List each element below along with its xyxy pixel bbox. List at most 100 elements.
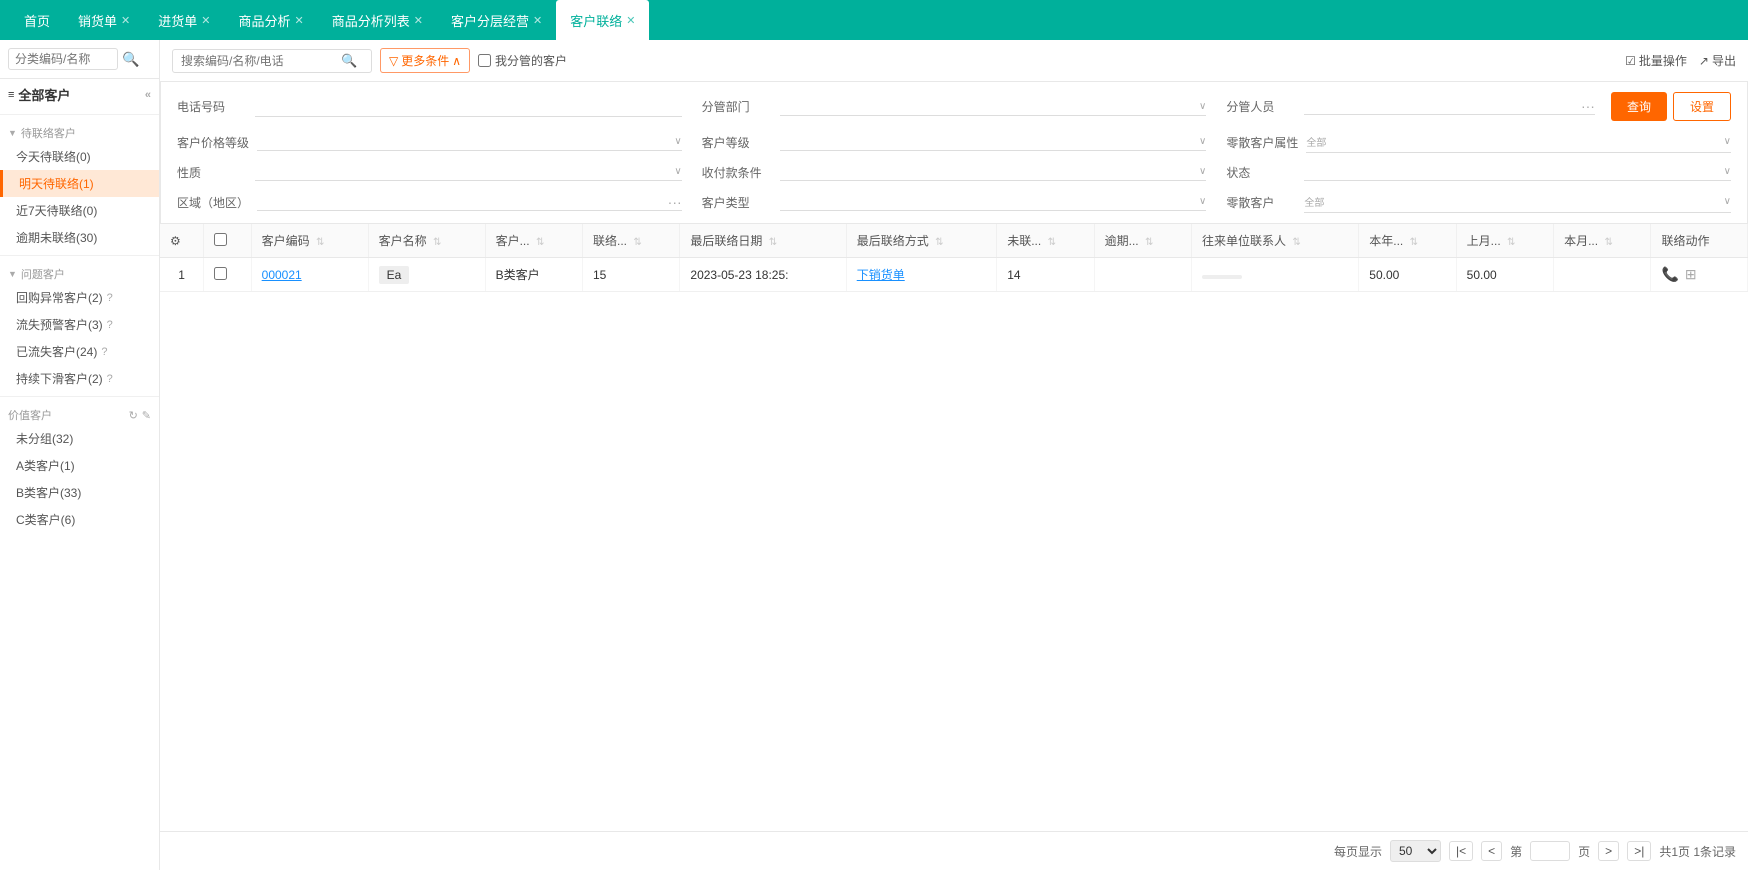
th-last-method[interactable]: 最后联络方式 ⇅ [846, 224, 996, 258]
row-last-method: 下销货单 [846, 258, 996, 292]
more-action-icon[interactable]: ⊞ [1685, 266, 1697, 283]
per-page-select[interactable]: 50 100 200 [1390, 840, 1441, 862]
th-name[interactable]: 客户名称 ⇅ [368, 224, 485, 258]
next-page-btn[interactable]: > [1598, 841, 1619, 861]
pagination: 每页显示 50 100 200 |< < 第 1 页 > >| 共1页 1条记录 [160, 831, 1748, 870]
checkbox-icon: ☑ [1625, 54, 1636, 68]
nav-product-analysis-close[interactable]: ✕ [295, 14, 304, 27]
th-this-year[interactable]: 本年... ⇅ [1359, 224, 1456, 258]
th-overdue[interactable]: 逾期... ⇅ [1094, 224, 1191, 258]
filter-manager-label: 分管人员 [1226, 98, 1296, 115]
nav-customer-contact-close[interactable]: ✕ [626, 14, 635, 27]
table-body: 1 000021 Ea B类客户 15 2023-05-23 18:25: [160, 258, 1748, 292]
th-last-month[interactable]: 上月... ⇅ [1456, 224, 1553, 258]
sidebar-item-churned[interactable]: 已流失客户(24) ? [0, 338, 159, 365]
filter-dept-select[interactable]: ∨ [780, 98, 1207, 116]
sort-icon-this-month: ⇅ [1604, 237, 1612, 248]
th-action: 联络动作 [1651, 224, 1748, 258]
filter-retail-customer-select[interactable]: 全部∨ [1304, 191, 1731, 213]
nav-customer-tier[interactable]: 客户分层经营 ✕ [437, 0, 556, 40]
filter-dept-label: 分管部门 [702, 98, 772, 115]
prev-page-btn[interactable]: < [1481, 841, 1502, 861]
my-customers-filter[interactable]: 我分管的客户 [478, 52, 567, 69]
sidebar-all-customers[interactable]: ≡ 全部客户 « [0, 79, 159, 110]
toolbar: 🔍 ▽ 更多条件 ∧ 我分管的客户 ☑ 批量操作 ↗ 导出 [160, 40, 1748, 82]
help-icon-4[interactable]: ? [107, 373, 113, 385]
sidebar-item-b-class[interactable]: B类客户(33) [0, 479, 159, 506]
th-code[interactable]: 客户编码 ⇅ [251, 224, 368, 258]
filter-customer-type-select[interactable]: ∨ [780, 193, 1207, 211]
nav-product-analysis[interactable]: 商品分析 ✕ [224, 0, 317, 40]
sidebar-item-ungrouped[interactable]: 未分组(32) [0, 425, 159, 452]
nav-customer-contact[interactable]: 客户联络 ✕ [556, 0, 649, 40]
filter-retail-attr-label: 零散客户属性 [1226, 134, 1298, 151]
sidebar-search-input[interactable] [8, 48, 118, 70]
filter-nature-select[interactable]: ∨ [255, 163, 682, 181]
nav-sales-close[interactable]: ✕ [121, 14, 130, 27]
page-input[interactable]: 1 [1530, 841, 1570, 861]
filter-customer-grade-select[interactable]: ∨ [780, 133, 1207, 151]
customer-code-link[interactable]: 000021 [262, 268, 302, 282]
th-unit-contact[interactable]: 往来单位联系人 ⇅ [1192, 224, 1359, 258]
settings-icon[interactable]: ⚙ [170, 234, 181, 248]
sidebar-item-overdue[interactable]: 逾期未联络(30) [0, 224, 159, 251]
filter-payment-select[interactable]: ∨ [780, 163, 1207, 181]
query-btn[interactable]: 查询 [1611, 92, 1667, 121]
th-contacts[interactable]: 联络... ⇅ [582, 224, 679, 258]
search-icon[interactable]: 🔍 [341, 53, 357, 69]
last-method-link[interactable]: 下销货单 [857, 268, 905, 282]
sidebar-group-pending: 待联络客户 [0, 119, 159, 143]
th-settings[interactable]: ⚙ [160, 224, 204, 258]
sidebar-item-churn-warning[interactable]: 流失预警客户(3) ? [0, 311, 159, 338]
filter-retail-attr-select[interactable]: 全部∨ [1306, 131, 1731, 153]
sidebar-item-tomorrow[interactable]: 明天待联络(1) [0, 170, 159, 197]
nav-sales[interactable]: 销货单 ✕ [64, 0, 144, 40]
toolbar-search-box: 🔍 [172, 49, 372, 73]
row-num: 1 [160, 258, 204, 292]
settings-btn[interactable]: 设置 [1673, 92, 1731, 121]
sidebar-item-7days[interactable]: 近7天待联络(0) [0, 197, 159, 224]
help-icon-2[interactable]: ? [107, 319, 113, 331]
select-all-checkbox[interactable] [214, 233, 227, 246]
export-btn[interactable]: ↗ 导出 [1699, 52, 1736, 69]
nav-product-analysis-list[interactable]: 商品分析列表 ✕ [318, 0, 437, 40]
sidebar-collapse-btn[interactable]: « [145, 89, 151, 101]
th-type[interactable]: 客户... ⇅ [485, 224, 582, 258]
th-checkbox[interactable] [204, 224, 251, 258]
search-input[interactable] [181, 54, 341, 68]
sidebar-item-abnormal[interactable]: 回购异常客户(2) ? [0, 284, 159, 311]
nav-purchase-close[interactable]: ✕ [201, 14, 210, 27]
nav-product-analysis-list-close[interactable]: ✕ [414, 14, 423, 27]
th-last-date[interactable]: 最后联络日期 ⇅ [680, 224, 846, 258]
sidebar-item-declining[interactable]: 持续下滑客户(2) ? [0, 365, 159, 392]
sidebar-item-a-class[interactable]: A类客户(1) [0, 452, 159, 479]
first-page-btn[interactable]: |< [1449, 841, 1473, 861]
th-this-month[interactable]: 本月... ⇅ [1554, 224, 1651, 258]
filter-phone-input[interactable] [255, 96, 682, 117]
more-filter-btn[interactable]: ▽ 更多条件 ∧ [380, 48, 470, 73]
sidebar-item-c-class[interactable]: C类客户(6) [0, 506, 159, 533]
th-not-contacted[interactable]: 未联... ⇅ [997, 224, 1094, 258]
main-layout: 🔍 ≡ 全部客户 « 待联络客户 今天待联络(0) 明天待联络(1) 近7天待联… [0, 40, 1748, 870]
nav-purchase[interactable]: 进货单 ✕ [144, 0, 224, 40]
sidebar-item-today[interactable]: 今天待联络(0) [0, 143, 159, 170]
export-icon: ↗ [1699, 54, 1709, 68]
filter-manager-dots[interactable]: ··· [1581, 98, 1595, 114]
filter-customer-grade: 客户等级 ∨ [702, 131, 1207, 153]
row-checkbox[interactable] [214, 267, 227, 280]
last-page-btn[interactable]: >| [1627, 841, 1651, 861]
help-icon-3[interactable]: ? [101, 346, 107, 358]
filter-price-grade-select[interactable]: ∨ [257, 133, 682, 151]
phone-action-icon[interactable]: 📞 [1661, 266, 1678, 283]
sidebar-search-icon[interactable]: 🔍 [122, 51, 139, 68]
sidebar-group-problem: 问题客户 [0, 260, 159, 284]
filter-status-select[interactable]: ∨ [1304, 163, 1731, 181]
help-icon-1[interactable]: ? [107, 292, 113, 304]
nav-home[interactable]: 首页 [10, 0, 64, 40]
filter-region-dots[interactable]: ··· [668, 194, 682, 210]
refresh-icon[interactable]: ↻ [129, 409, 138, 422]
my-customers-checkbox[interactable] [478, 54, 491, 67]
edit-icon[interactable]: ✎ [142, 409, 151, 422]
batch-ops-btn[interactable]: ☑ 批量操作 [1625, 52, 1687, 69]
nav-customer-tier-close[interactable]: ✕ [533, 14, 542, 27]
